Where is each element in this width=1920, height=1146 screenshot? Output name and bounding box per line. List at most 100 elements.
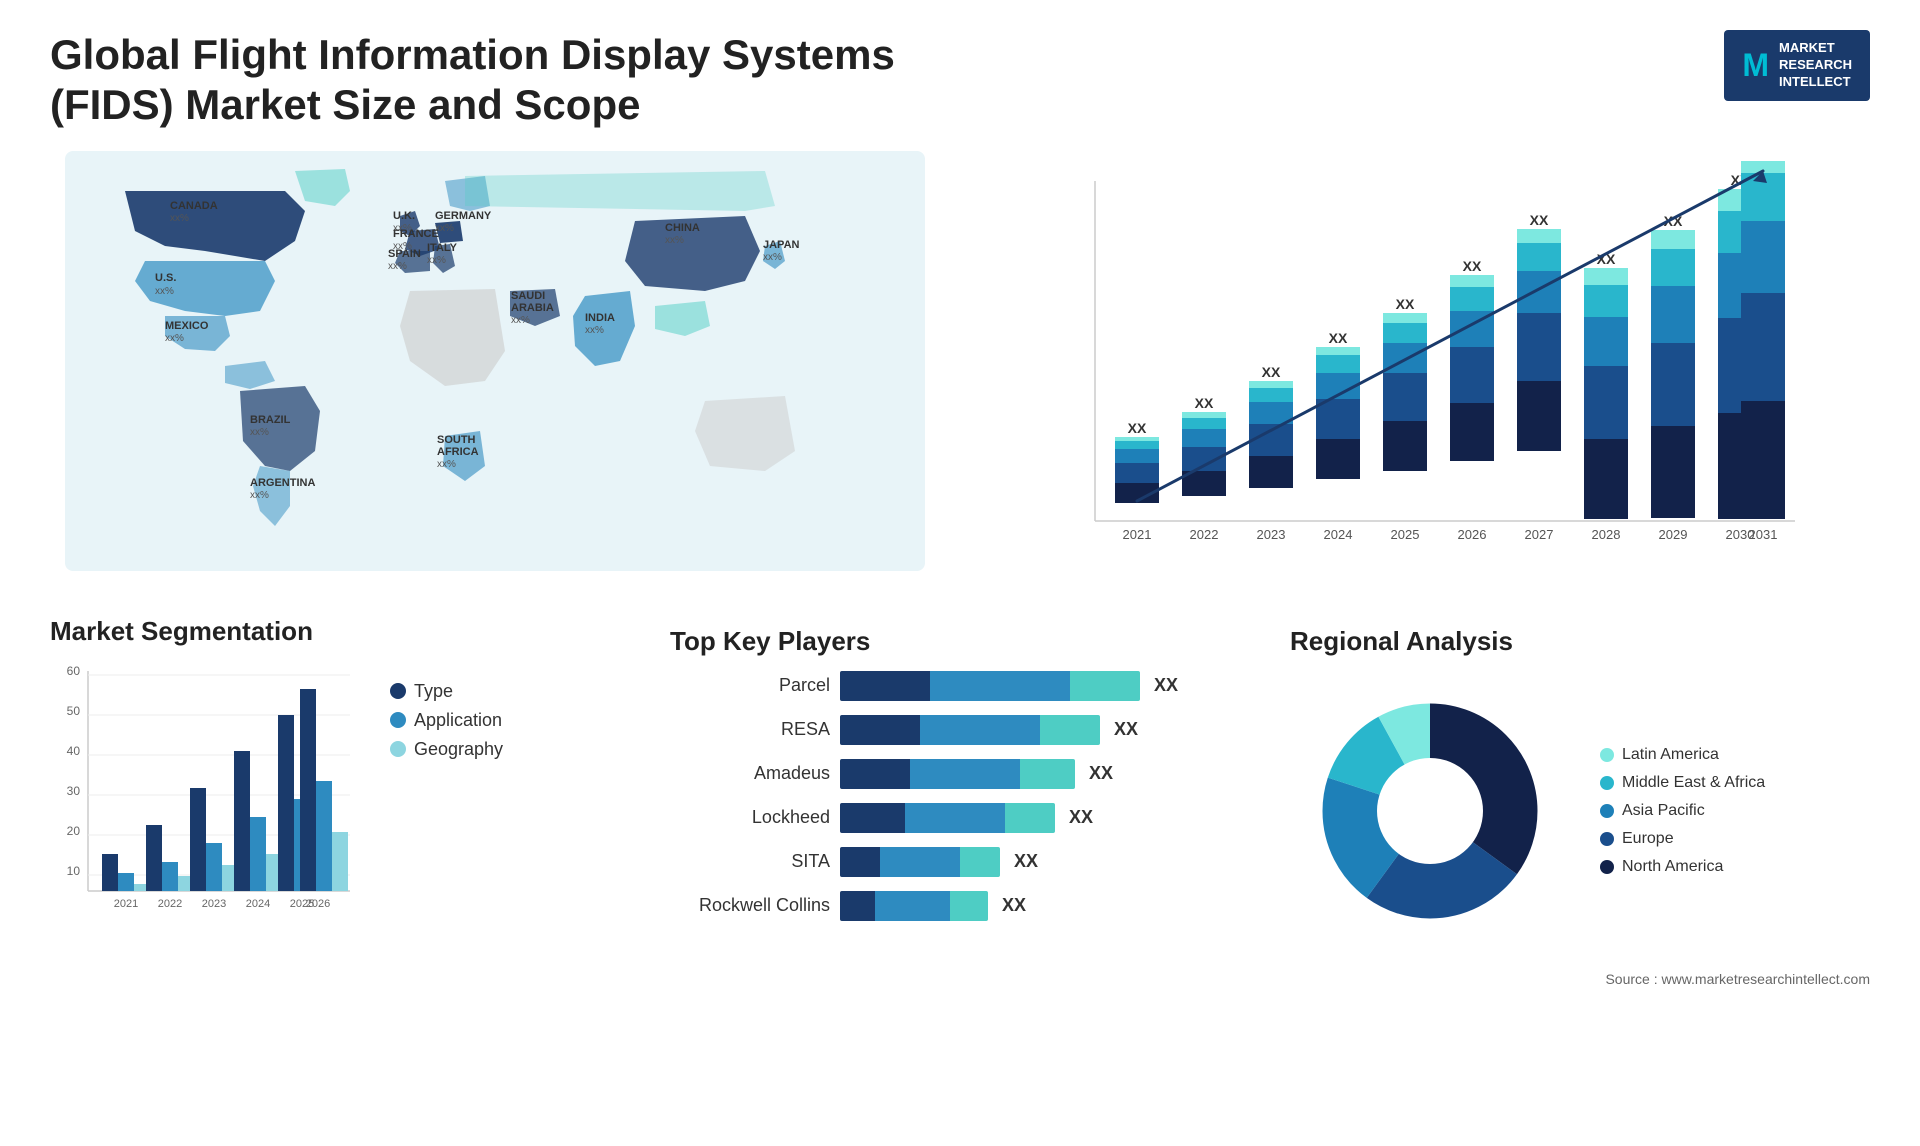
player-name-amadeus: Amadeus — [670, 763, 830, 784]
regional-analysis-section: Regional Analysis — [1290, 616, 1870, 987]
svg-text:2024: 2024 — [246, 898, 270, 910]
player-row-lockheed: Lockheed XX — [670, 803, 1250, 833]
legend-asia-pacific: Asia Pacific — [1600, 802, 1765, 820]
player-name-parcel: Parcel — [670, 675, 830, 696]
svg-text:xx%: xx% — [388, 261, 407, 272]
logo-letter: M — [1742, 47, 1769, 84]
svg-text:xx%: xx% — [427, 255, 446, 266]
svg-text:2021: 2021 — [1123, 527, 1152, 542]
player-row-sita: SITA XX — [670, 847, 1250, 877]
page-title: Global Flight Information Display System… — [50, 30, 950, 131]
svg-text:INDIA: INDIA — [585, 312, 615, 324]
legend-dot-application — [390, 712, 406, 728]
legend-dot-middle-east-africa — [1600, 776, 1614, 790]
legend-dot-type — [390, 683, 406, 699]
player-xx-lockheed: XX — [1069, 807, 1093, 828]
legend-middle-east-africa: Middle East & Africa — [1600, 774, 1765, 792]
svg-text:XX: XX — [1128, 420, 1147, 436]
svg-text:40: 40 — [67, 744, 81, 758]
player-xx-sita: XX — [1014, 851, 1038, 872]
svg-text:2029: 2029 — [1659, 527, 1688, 542]
map-section: CANADA xx% U.S. xx% MEXICO xx% BRAZIL xx… — [50, 151, 940, 596]
logo-box: M MARKET RESEARCH INTELLECT — [1724, 30, 1870, 101]
player-bar-wrap-sita: XX — [840, 847, 1250, 877]
logo-text: MARKET RESEARCH INTELLECT — [1779, 40, 1852, 91]
legend-label-latin-america: Latin America — [1622, 746, 1719, 764]
svg-text:XX: XX — [1530, 212, 1549, 228]
svg-text:FRANCE: FRANCE — [393, 228, 439, 240]
legend-europe: Europe — [1600, 830, 1765, 848]
svg-text:20: 20 — [67, 824, 81, 838]
key-players-title: Top Key Players — [670, 626, 1250, 657]
svg-text:50: 50 — [67, 704, 81, 718]
svg-text:2024: 2024 — [1324, 527, 1353, 542]
svg-text:xx%: xx% — [665, 235, 684, 246]
player-xx-amadeus: XX — [1089, 763, 1113, 784]
svg-text:U.S.: U.S. — [155, 272, 176, 284]
legend-dot-latin-america — [1600, 748, 1614, 762]
legend-north-america: North America — [1600, 858, 1765, 876]
legend-dot-europe — [1600, 832, 1614, 846]
legend-label-asia-pacific: Asia Pacific — [1622, 802, 1705, 820]
legend-label-application: Application — [414, 710, 502, 731]
donut-container: Latin America Middle East & Africa Asia … — [1290, 671, 1870, 951]
legend-geography: Geography — [390, 739, 503, 760]
svg-text:xx%: xx% — [250, 427, 269, 438]
svg-text:xx%: xx% — [165, 333, 184, 344]
player-bar-wrap-amadeus: XX — [840, 759, 1250, 789]
legend-dot-asia-pacific — [1600, 804, 1614, 818]
svg-text:U.K.: U.K. — [393, 210, 415, 222]
svg-text:2028: 2028 — [1592, 527, 1621, 542]
regional-legend: Latin America Middle East & Africa Asia … — [1600, 746, 1765, 876]
svg-text:SOUTH: SOUTH — [437, 434, 476, 446]
segmentation-chart-svg: 60 50 40 30 20 10 — [50, 661, 370, 941]
svg-text:ARGENTINA: ARGENTINA — [250, 477, 315, 489]
svg-text:2023: 2023 — [1257, 527, 1286, 542]
logo-area: M MARKET RESEARCH INTELLECT — [1724, 30, 1870, 101]
svg-text:60: 60 — [67, 664, 81, 678]
player-name-lockheed: Lockheed — [670, 807, 830, 828]
svg-text:XX: XX — [1262, 364, 1281, 380]
player-list: Parcel XX RESA — [670, 671, 1250, 921]
player-name-rockwell: Rockwell Collins — [670, 895, 830, 916]
svg-text:2022: 2022 — [1190, 527, 1219, 542]
svg-text:2022: 2022 — [158, 898, 182, 910]
svg-text:xx%: xx% — [250, 490, 269, 501]
player-xx-parcel: XX — [1154, 675, 1178, 696]
svg-text:CANADA: CANADA — [170, 200, 218, 212]
svg-text:SAUDI: SAUDI — [511, 290, 545, 302]
svg-text:ITALY: ITALY — [427, 242, 458, 254]
svg-text:30: 30 — [67, 784, 81, 798]
segmentation-legend: Type Application Geography — [390, 681, 503, 760]
svg-text:2026: 2026 — [1458, 527, 1487, 542]
bar-chart-svg: XX 2021 XX 2022 — [980, 161, 1870, 581]
key-players-section: Top Key Players Parcel XX — [670, 616, 1250, 987]
svg-text:BRAZIL: BRAZIL — [250, 414, 291, 426]
segmentation-title: Market Segmentation — [50, 616, 630, 647]
legend-type: Type — [390, 681, 503, 702]
legend-label-north-america: North America — [1622, 858, 1723, 876]
svg-text:xx%: xx% — [763, 252, 782, 263]
svg-text:2026: 2026 — [306, 898, 330, 910]
svg-text:2023: 2023 — [202, 898, 226, 910]
svg-text:xx%: xx% — [511, 315, 530, 326]
player-bar-wrap-rockwell: XX — [840, 891, 1250, 921]
svg-text:2027: 2027 — [1525, 527, 1554, 542]
legend-label-geography: Geography — [414, 739, 503, 760]
svg-text:2031: 2031 — [1749, 527, 1778, 542]
svg-text:xx%: xx% — [437, 459, 456, 470]
donut-chart-svg — [1290, 671, 1570, 951]
player-row-rockwell: Rockwell Collins XX — [670, 891, 1250, 921]
svg-text:GERMANY: GERMANY — [435, 210, 492, 222]
svg-text:JAPAN: JAPAN — [763, 239, 800, 251]
legend-dot-geography — [390, 741, 406, 757]
svg-text:AFRICA: AFRICA — [437, 446, 479, 458]
page: Global Flight Information Display System… — [0, 0, 1920, 1146]
player-row-parcel: Parcel XX — [670, 671, 1250, 701]
legend-dot-north-america — [1600, 860, 1614, 874]
player-row-amadeus: Amadeus XX — [670, 759, 1250, 789]
legend-label-europe: Europe — [1622, 830, 1674, 848]
player-bar-wrap-parcel: XX — [840, 671, 1250, 701]
svg-text:CHINA: CHINA — [665, 222, 700, 234]
svg-text:xx%: xx% — [155, 286, 174, 297]
